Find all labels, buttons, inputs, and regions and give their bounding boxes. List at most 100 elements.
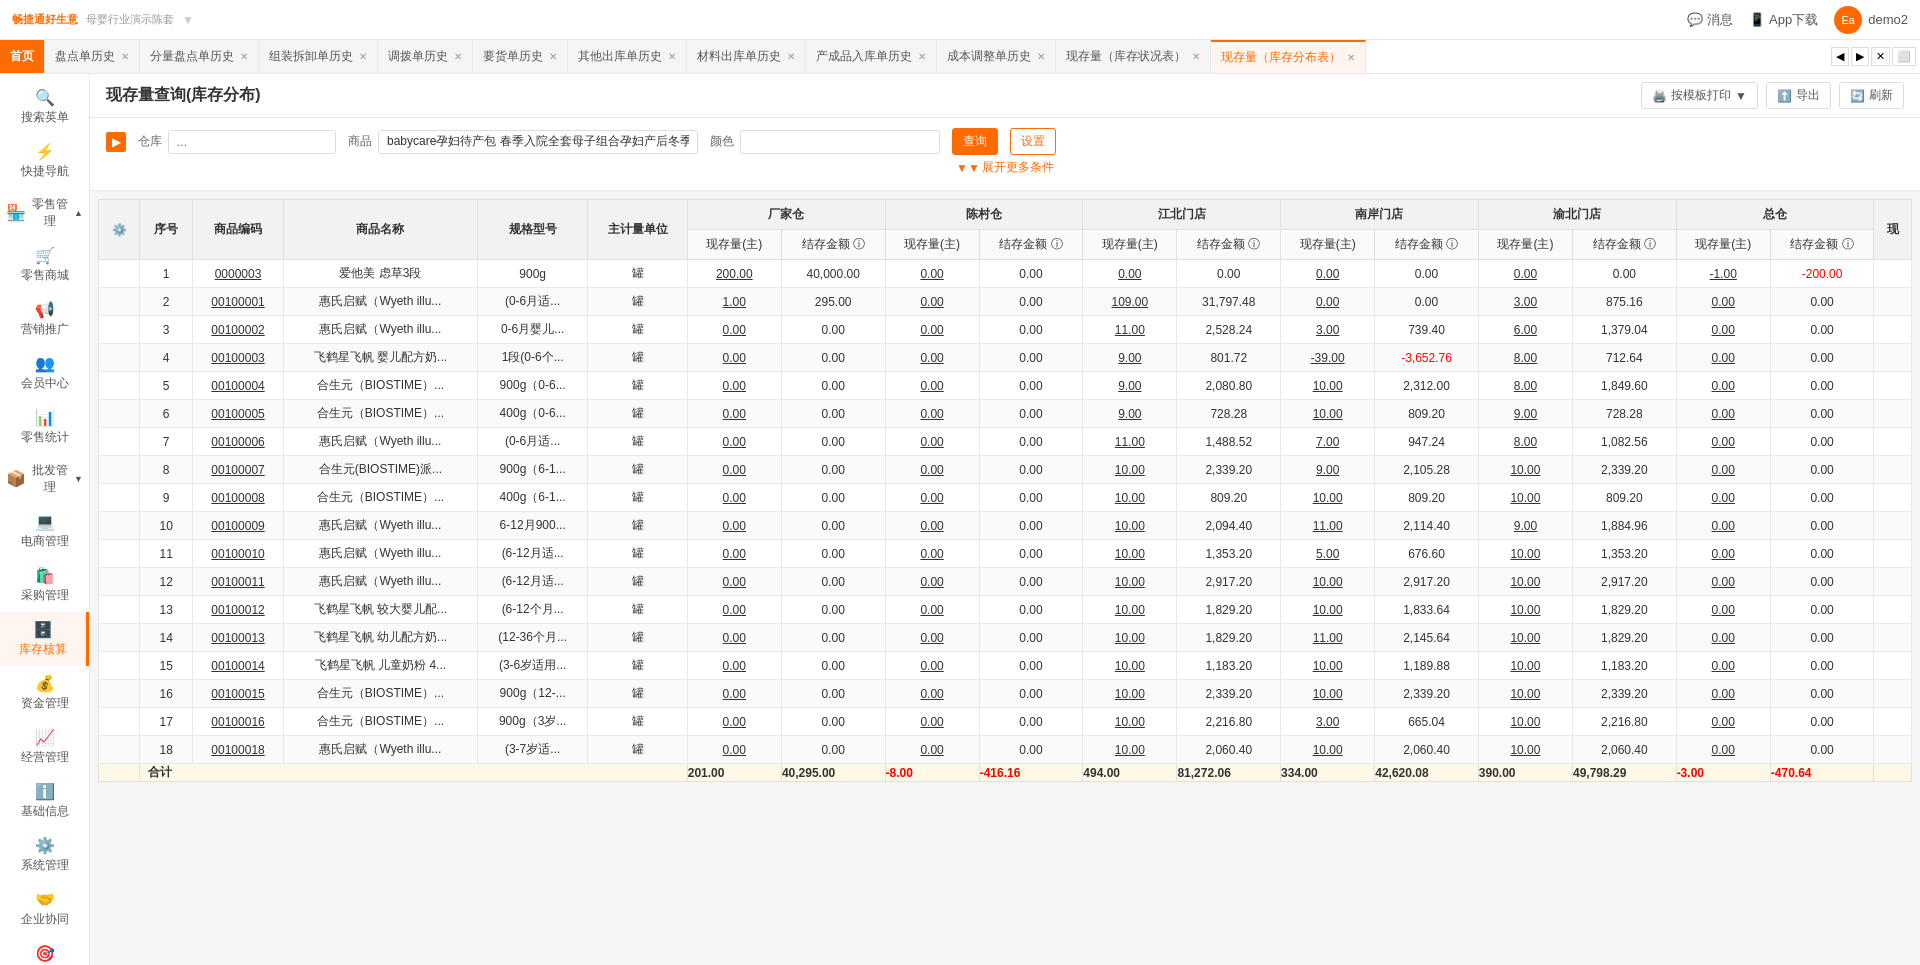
tab-item-0[interactable]: 首页 xyxy=(0,40,45,74)
arrow-up-icon: ▲ xyxy=(74,208,83,218)
tab-close-btn-3[interactable]: ✕ xyxy=(359,51,367,62)
tab-close-btn-4[interactable]: ✕ xyxy=(454,51,462,62)
tabs-close-all-btn[interactable]: ✕ xyxy=(1871,47,1890,66)
tab-close-btn-7[interactable]: ✕ xyxy=(787,51,795,62)
table-row: 12 00100011 惠氏启赋（Wyeth illu... (6-12月适..… xyxy=(99,568,1912,596)
tab-item-4[interactable]: 调拨单历史 ✕ xyxy=(378,40,473,74)
tab-item-5[interactable]: 要货单历史✕ xyxy=(473,40,568,74)
message-btn[interactable]: 💬 消息 xyxy=(1687,11,1733,29)
page-title: 现存量查询(库存分布) xyxy=(106,85,261,106)
tab-close-btn-2[interactable]: ✕ xyxy=(240,51,248,62)
table-row: 5 00100004 合生元（BIOSTIME）... 900g（0-6... … xyxy=(99,372,1912,400)
app-download-btn[interactable]: 📱 App下载 xyxy=(1749,11,1818,29)
inventory-table: ⚙️ 序号 商品编码 商品名称 规格型号 主计量单位 厂家仓 陈村仓 江北门店 … xyxy=(98,199,1912,782)
col-name-header: 商品名称 xyxy=(283,200,477,260)
tab-label: 首页 xyxy=(10,48,34,65)
tab-item-6[interactable]: 其他出库单历史 ✕ xyxy=(568,40,687,74)
goods-label: 商品 xyxy=(348,133,372,150)
marketing-icon: 📢 xyxy=(6,300,83,319)
tab-item-11[interactable]: 现存量（库存分布表） ✕ xyxy=(1211,40,1366,74)
tab-label: 现存量（库存分布表） xyxy=(1221,49,1341,66)
table-row: 1 0000003 爱他美 虑草3段 900g 罐 200.00 40,000.… xyxy=(99,260,1912,288)
tabs-next-btn[interactable]: ▶ xyxy=(1851,47,1869,66)
chevron-down-icon: ▼▼ xyxy=(956,161,980,175)
col-na-amount: 结存金额 ⓘ xyxy=(1375,230,1479,260)
tab-close-btn-6[interactable]: ✕ xyxy=(668,51,676,62)
table-row: 8 00100007 合生元(BIOSTIME)派... 900g（6-1...… xyxy=(99,456,1912,484)
content-area: 现存量查询(库存分布) 🖨️ 按模板打印 ▼ ⬆️ 导出 🔄 刷新 xyxy=(90,74,1920,965)
sidebar-item-basics[interactable]: ℹ️ 基础信息 xyxy=(0,774,89,828)
sidebar-item-retail-mgmt[interactable]: 🏪 零售管理 ▲ xyxy=(0,188,89,238)
table-row: 7 00100006 惠氏启赋（Wyeth illu... (0-6月适... … xyxy=(99,428,1912,456)
top-bar: 畅捷通好生意 母婴行业演示陈套 ▼ 💬 消息 📱 App下载 Ea demo2 xyxy=(0,0,1920,40)
query-btn[interactable]: 查询 xyxy=(952,128,998,155)
sidebar-item-operations[interactable]: 📈 经营管理 xyxy=(0,720,89,774)
tab-close-btn-5[interactable]: ✕ xyxy=(549,51,557,62)
color-search-item: 颜色 xyxy=(710,130,940,154)
tabs-navigation: ◀ ▶ ✕ ⬜ xyxy=(1827,47,1920,66)
setting-btn[interactable]: 设置 xyxy=(1010,128,1056,155)
refresh-btn[interactable]: 🔄 刷新 xyxy=(1839,82,1904,109)
tab-item-3[interactable]: 组装拆卸单历史✕ xyxy=(259,40,378,74)
collab-icon: 🤝 xyxy=(6,890,83,909)
table-row: 11 00100010 惠氏启赋（Wyeth illu... (6-12月适..… xyxy=(99,540,1912,568)
retail-mall-icon: 🛒 xyxy=(6,246,83,265)
col-code-header: 商品编码 xyxy=(193,200,284,260)
tab-label: 其他出库单历史 xyxy=(578,48,662,65)
sidebar-item-inventory[interactable]: 🗄️ 库存核算 xyxy=(0,612,89,666)
tab-item-8[interactable]: 产成品入库单历史✕ xyxy=(806,40,937,74)
expand-icon-btn[interactable]: ▶ xyxy=(106,132,126,152)
tab-item-1[interactable]: 盘点单历史✕ xyxy=(45,40,140,74)
sidebar-item-guide[interactable]: 🎯 新手引导 xyxy=(0,936,89,965)
tab-label: 材料出库单历史 xyxy=(697,48,781,65)
sidebar-item-ecommerce[interactable]: 💻 电商管理 xyxy=(0,504,89,558)
col-fw-stock: 现存量(主) xyxy=(687,230,781,260)
sidebar-item-search[interactable]: 🔍 搜索英单 xyxy=(0,80,89,134)
tabs-prev-btn[interactable]: ◀ xyxy=(1831,47,1849,66)
sidebar-item-retail-mall[interactable]: 🛒 零售商城 xyxy=(0,238,89,292)
sidebar-item-finance[interactable]: 💰 资金管理 xyxy=(0,666,89,720)
sidebar-item-purchase[interactable]: 🛍️ 采购管理 xyxy=(0,558,89,612)
color-label: 颜色 xyxy=(710,133,734,150)
color-input[interactable] xyxy=(740,130,940,154)
print-btn[interactable]: 🖨️ 按模板打印 ▼ xyxy=(1641,82,1758,109)
sidebar-item-retail-stats[interactable]: 📊 零售统计 xyxy=(0,400,89,454)
col-yb-amount: 结存金额 ⓘ xyxy=(1573,230,1677,260)
col-nanan-header: 南岸门店 xyxy=(1281,200,1479,230)
tab-item-7[interactable]: 材料出库单历史 ✕ xyxy=(687,40,806,74)
table-container[interactable]: ⚙️ 序号 商品编码 商品名称 规格型号 主计量单位 厂家仓 陈村仓 江北门店 … xyxy=(90,191,1920,965)
tab-close-btn-1[interactable]: ✕ xyxy=(121,51,129,62)
subtitle-text: 母婴行业演示陈套 xyxy=(86,12,174,27)
tab-item-2[interactable]: 分量盘点单历史✕ xyxy=(140,40,259,74)
tab-close-btn-9[interactable]: ✕ xyxy=(1037,51,1045,62)
expand-more-btn[interactable]: ▼▼ 展开更多条件 xyxy=(956,159,1054,176)
warehouse-input[interactable] xyxy=(168,130,336,154)
wholesale-icon: 📦 xyxy=(6,469,26,488)
col-jiangbei-header: 江北门店 xyxy=(1083,200,1281,230)
col-unit-header: 主计量单位 xyxy=(588,200,687,260)
table-row: 2 00100001 惠氏启赋（Wyeth illu... (0-6月适... … xyxy=(99,288,1912,316)
sidebar-item-wholesale[interactable]: 📦 批发管理 ▼ xyxy=(0,454,89,504)
col-settings[interactable]: ⚙️ xyxy=(99,200,140,260)
refresh-icon: 🔄 xyxy=(1850,89,1865,103)
goods-input[interactable] xyxy=(378,130,698,154)
total-row: 合计 201.00 40,295.00 -8.00 -416.16 494.00… xyxy=(99,764,1912,782)
user-area[interactable]: Ea demo2 xyxy=(1834,6,1908,34)
tab-item-10[interactable]: 现存量（库存状况表）✕ xyxy=(1056,40,1211,74)
col-cw-stock: 现存量(主) xyxy=(885,230,979,260)
retail-stats-icon: 📊 xyxy=(6,408,83,427)
sidebar-item-system[interactable]: ⚙️ 系统管理 xyxy=(0,828,89,882)
sidebar-item-shortcuts[interactable]: ⚡ 快捷导航 xyxy=(0,134,89,188)
inventory-icon: 🗄️ xyxy=(6,620,80,639)
warehouse-label: 仓库 xyxy=(138,133,162,150)
sidebar-item-collab[interactable]: 🤝 企业协同 xyxy=(0,882,89,936)
tab-label: 调拨单历史 xyxy=(388,48,448,65)
tab-close-btn-8[interactable]: ✕ xyxy=(918,51,926,62)
export-btn[interactable]: ⬆️ 导出 xyxy=(1766,82,1831,109)
sidebar-item-marketing[interactable]: 📢 营销推广 xyxy=(0,292,89,346)
tab-close-btn-10[interactable]: ✕ xyxy=(1192,51,1200,62)
sidebar-item-members[interactable]: 👥 会员中心 xyxy=(0,346,89,400)
tab-close-btn-11[interactable]: ✕ xyxy=(1347,52,1355,63)
tab-item-9[interactable]: 成本调整单历史✕ xyxy=(937,40,1056,74)
tabs-expand-btn[interactable]: ⬜ xyxy=(1892,47,1916,66)
